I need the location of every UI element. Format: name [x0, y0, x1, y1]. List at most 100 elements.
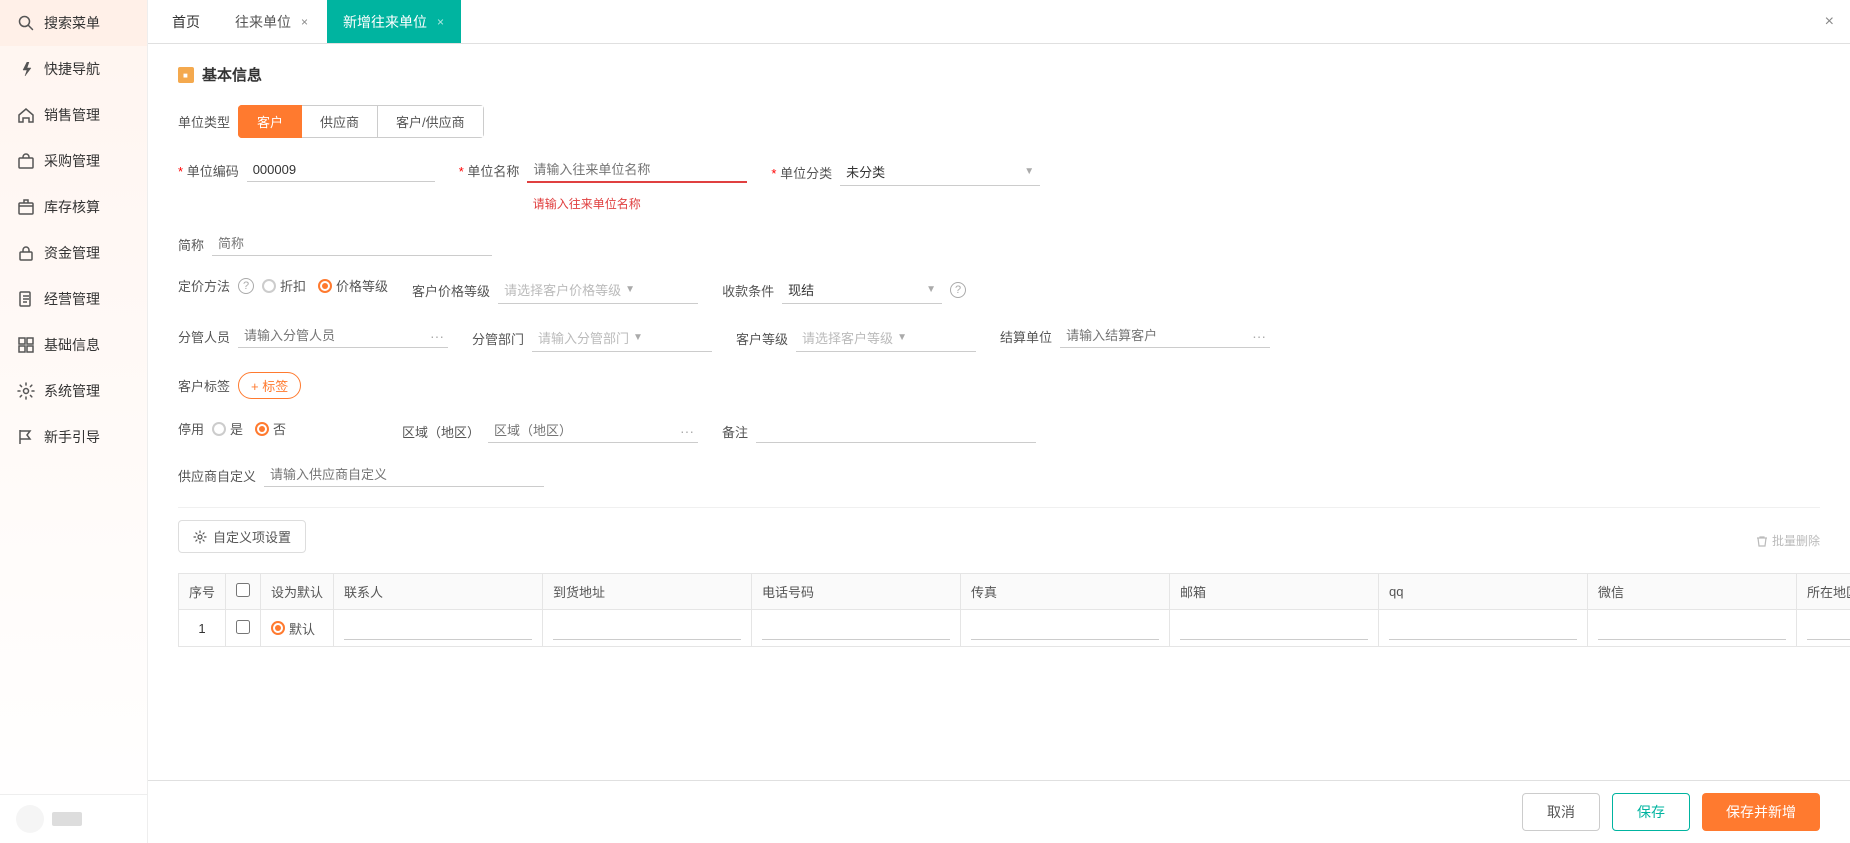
- row-email-input[interactable]: [1180, 616, 1368, 640]
- row-contact-input[interactable]: [344, 616, 532, 640]
- pricing-radio-price-level[interactable]: 价格等级: [318, 276, 388, 295]
- unit-info-row: * 单位编码 * 单位名称 请输入往来单位名称 * 单位分类 未分类 ▼: [178, 158, 1820, 212]
- unit-type-btn-supplier[interactable]: 供应商: [302, 105, 378, 138]
- search-icon: [16, 13, 36, 33]
- tab-new-contact[interactable]: 新增往来单位 ×: [327, 0, 461, 43]
- dept-select[interactable]: 请输入分管部门 ▼: [532, 324, 712, 352]
- tab-contacts-close[interactable]: ×: [301, 16, 308, 28]
- disable-radio-no[interactable]: 否: [255, 419, 286, 438]
- unit-type-group: 单位类型 客户 供应商 客户/供应商: [178, 105, 484, 138]
- disable-radio-yes[interactable]: 是: [212, 419, 243, 438]
- unit-category-select[interactable]: 未分类 ▼: [840, 158, 1040, 186]
- col-seq: 序号: [179, 574, 226, 610]
- customer-tag-group: 客户标签 + 标签: [178, 372, 378, 399]
- customer-level-group: 客户等级 请选择客户等级 ▼: [736, 324, 976, 352]
- sidebar-item-basic-info[interactable]: 基础信息: [0, 322, 147, 368]
- unit-type-row: 单位类型 客户 供应商 客户/供应商: [178, 105, 1820, 138]
- main-area: 首页 往来单位 × 新增往来单位 × × ■ 基本信息 单位类型: [148, 0, 1850, 843]
- sidebar-item-finance-label: 资金管理: [44, 243, 100, 263]
- sidebar-item-system[interactable]: 系统管理: [0, 368, 147, 414]
- remarks-input[interactable]: [756, 419, 1036, 443]
- row-region[interactable]: [1797, 610, 1850, 647]
- unit-code-input[interactable]: [247, 158, 435, 182]
- save-new-button[interactable]: 保存并新增: [1702, 793, 1820, 831]
- row-checkbox[interactable]: [236, 620, 250, 634]
- sidebar-item-quick-nav[interactable]: 快捷导航: [0, 46, 147, 92]
- payment-terms-help-icon[interactable]: ?: [950, 282, 966, 298]
- add-tag-button[interactable]: + 标签: [238, 372, 301, 399]
- row-check: [226, 610, 261, 647]
- unit-name-group: * 单位名称 请输入往来单位名称: [459, 158, 748, 212]
- row-contact[interactable]: [334, 610, 543, 647]
- row-wechat[interactable]: [1588, 610, 1797, 647]
- sidebar-toggle[interactable]: [52, 812, 82, 826]
- payment-terms-label: 收款条件: [722, 281, 774, 300]
- short-name-input[interactable]: [212, 232, 492, 256]
- unit-category-group: * 单位分类 未分类 ▼: [771, 158, 1040, 186]
- table-select-all[interactable]: [236, 583, 250, 597]
- customer-price-level-select[interactable]: 请选择客户价格等级 ▼: [498, 276, 698, 304]
- sidebar-item-inventory[interactable]: 库存核算: [0, 184, 147, 230]
- pricing-help-icon[interactable]: ?: [238, 278, 254, 294]
- region-dots-btn[interactable]: ···: [676, 423, 698, 439]
- unit-type-btn-both[interactable]: 客户/供应商: [378, 105, 484, 138]
- disable-group: 停用 是 否: [178, 419, 378, 438]
- manager-dots-btn[interactable]: ···: [426, 328, 448, 344]
- region-input[interactable]: [488, 419, 676, 442]
- batch-delete-button[interactable]: 批量删除: [1756, 532, 1820, 549]
- manager-input-group: ···: [238, 324, 448, 348]
- custom-settings-button[interactable]: 自定义项设置: [178, 520, 306, 553]
- settings-icon: [16, 381, 36, 401]
- manager-input[interactable]: [238, 324, 426, 347]
- row-default-radio[interactable]: 默认: [271, 619, 323, 638]
- row-seq: 1: [179, 610, 226, 647]
- window-close-button[interactable]: ×: [1825, 13, 1834, 31]
- customer-price-level-label: 客户价格等级: [412, 281, 490, 300]
- table-header-row: 序号 设为默认 联系人 到货地址 电话号码 传真 邮箱 qq 微信 所在地区 操…: [179, 574, 1850, 610]
- sidebar-item-search-menu-label: 搜索菜单: [44, 13, 100, 33]
- contacts-table: 序号 设为默认 联系人 到货地址 电话号码 传真 邮箱 qq 微信 所在地区 操…: [178, 573, 1850, 647]
- row-address-input[interactable]: [553, 616, 741, 640]
- table-row: 1 默认: [179, 610, 1850, 647]
- unit-name-input[interactable]: [527, 158, 747, 183]
- row-phone[interactable]: [752, 610, 961, 647]
- row-address[interactable]: [543, 610, 752, 647]
- cancel-button[interactable]: 取消: [1522, 793, 1600, 831]
- row-email[interactable]: [1170, 610, 1379, 647]
- payment-terms-select[interactable]: 现结 ▼: [782, 276, 942, 304]
- tab-contacts[interactable]: 往来单位 ×: [219, 0, 325, 43]
- short-name-row: 简称: [178, 232, 1820, 256]
- sidebar-item-search-menu[interactable]: 搜索菜单: [0, 0, 147, 46]
- row-qq[interactable]: [1379, 610, 1588, 647]
- supplier-custom-input[interactable]: [264, 463, 544, 487]
- short-name-label: 简称: [178, 235, 204, 254]
- sidebar-item-operations[interactable]: 经营管理: [0, 276, 147, 322]
- sidebar-item-starter[interactable]: 新手引导: [0, 414, 147, 460]
- row-wechat-input[interactable]: [1598, 616, 1786, 640]
- tab-new-contact-close[interactable]: ×: [437, 16, 444, 28]
- row-region-input[interactable]: [1807, 616, 1850, 640]
- sidebar: 搜索菜单 快捷导航 销售管理 采购管理: [0, 0, 148, 843]
- region-group: 区域（地区） ···: [402, 419, 698, 443]
- tab-home[interactable]: 首页: [156, 0, 217, 43]
- user-avatar: [16, 805, 44, 833]
- row-phone-input[interactable]: [762, 616, 950, 640]
- tab-home-label: 首页: [172, 12, 200, 32]
- sidebar-item-purchase-mgmt[interactable]: 采购管理: [0, 138, 147, 184]
- sidebar-item-sales-mgmt[interactable]: 销售管理: [0, 92, 147, 138]
- customer-level-select[interactable]: 请选择客户等级 ▼: [796, 324, 976, 352]
- settlement-unit-label: 结算单位: [1000, 327, 1052, 346]
- save-button[interactable]: 保存: [1612, 793, 1690, 831]
- row-qq-input[interactable]: [1389, 616, 1577, 640]
- lightning-icon: [16, 59, 36, 79]
- settlement-unit-dots-btn[interactable]: ···: [1248, 328, 1270, 344]
- settlement-unit-input[interactable]: [1060, 324, 1248, 347]
- row-fax[interactable]: [961, 610, 1170, 647]
- customer-price-level-group: 客户价格等级 请选择客户价格等级 ▼: [412, 276, 698, 304]
- sidebar-item-finance[interactable]: 资金管理: [0, 230, 147, 276]
- unit-type-btn-customer[interactable]: 客户: [238, 105, 302, 138]
- manager-group: 分管人员 ···: [178, 324, 448, 348]
- row-fax-input[interactable]: [971, 616, 1159, 640]
- pricing-radio-discount[interactable]: 折扣: [262, 276, 306, 295]
- sidebar-item-inventory-label: 库存核算: [44, 197, 100, 217]
